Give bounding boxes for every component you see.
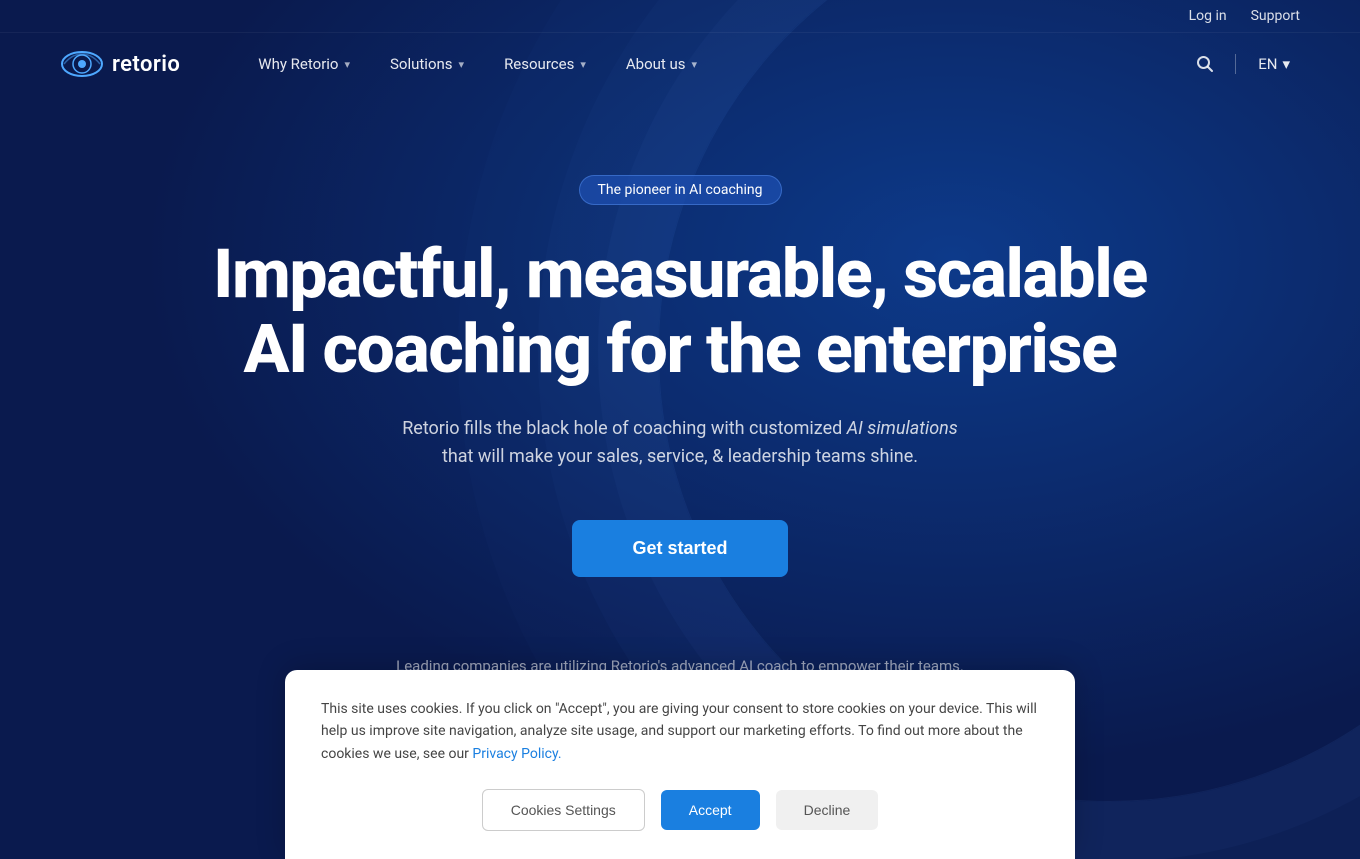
- nav-item-solutions[interactable]: Solutions ▾: [372, 45, 482, 83]
- cookie-actions: Cookies Settings Accept Decline: [321, 789, 1039, 831]
- nav-item-resources[interactable]: Resources ▾: [486, 45, 604, 83]
- nav-links: Why Retorio ▾ Solutions ▾ Resources ▾ Ab…: [240, 45, 1187, 83]
- cookies-accept-button[interactable]: Accept: [661, 790, 760, 830]
- logo[interactable]: retorio: [60, 50, 180, 78]
- cookies-decline-button[interactable]: Decline: [776, 790, 879, 830]
- hero-section: The pioneer in AI coaching Impactful, me…: [0, 95, 1360, 637]
- login-link[interactable]: Log in: [1189, 8, 1227, 24]
- chevron-down-icon: ▾: [692, 58, 698, 71]
- cookie-banner: This site uses cookies. If you click on …: [285, 670, 1075, 859]
- logo-text: retorio: [112, 52, 180, 77]
- hero-subtitle: Retorio fills the black hole of coaching…: [60, 415, 1300, 473]
- chevron-down-icon: ▾: [459, 58, 465, 71]
- support-link[interactable]: Support: [1251, 8, 1300, 24]
- nav-divider: [1235, 54, 1236, 74]
- nav-right: EN ▾: [1187, 46, 1300, 82]
- search-icon: [1195, 54, 1215, 74]
- cookie-text: This site uses cookies. If you click on …: [321, 698, 1039, 765]
- cookies-settings-button[interactable]: Cookies Settings: [482, 789, 645, 831]
- hero-title: Impactful, measurable, scalable AI coach…: [180, 237, 1180, 387]
- hero-badge: The pioneer in AI coaching: [579, 175, 782, 205]
- nav-item-why-retorio[interactable]: Why Retorio ▾: [240, 45, 368, 83]
- privacy-policy-link[interactable]: Privacy Policy.: [472, 746, 561, 762]
- chevron-down-icon: ▾: [344, 58, 350, 71]
- top-bar: Log in Support: [0, 0, 1360, 33]
- main-nav: retorio Why Retorio ▾ Solutions ▾ Resour…: [0, 33, 1360, 95]
- chevron-down-icon: ▾: [1282, 55, 1290, 73]
- language-selector[interactable]: EN ▾: [1248, 49, 1300, 79]
- nav-item-about-us[interactable]: About us ▾: [608, 45, 715, 83]
- chevron-down-icon: ▾: [580, 58, 586, 71]
- get-started-button[interactable]: Get started: [572, 520, 787, 577]
- search-button[interactable]: [1187, 46, 1223, 82]
- logo-icon: [60, 50, 104, 78]
